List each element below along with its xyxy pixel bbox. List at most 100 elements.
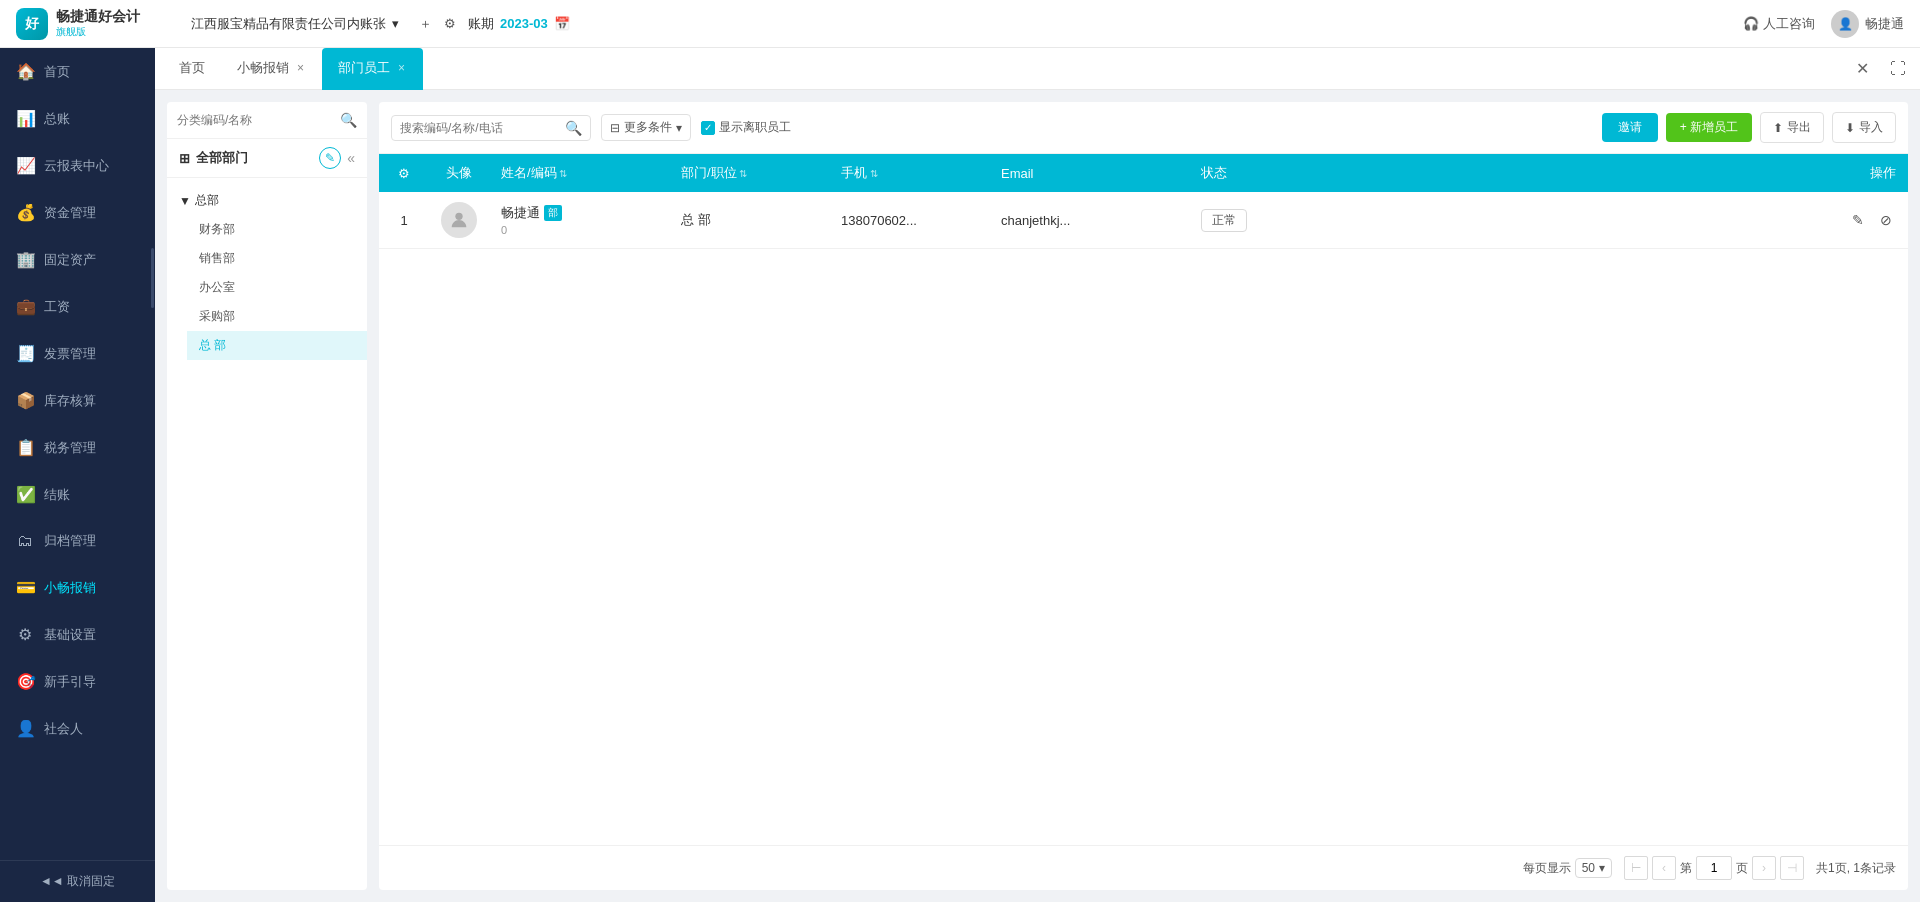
dept-item-finance[interactable]: 财务部 <box>187 215 367 244</box>
page-number-input[interactable] <box>1696 856 1732 880</box>
add-company-btn[interactable]: ＋ <box>419 15 432 33</box>
consult-btn[interactable]: 🎧 人工咨询 <box>1743 15 1815 33</box>
dept-search-icon[interactable]: 🔍 <box>340 112 357 128</box>
sidebar-item-reports[interactable]: 📈 云报表中心 <box>0 142 155 189</box>
page-size-chevron-icon: ▾ <box>1599 861 1605 875</box>
salary-icon: 💼 <box>16 297 34 316</box>
pagination-bar: 每页显示 50 ▾ ⊢ ‹ 第 页 › ⊣ <box>379 845 1908 890</box>
show-resigned-checkbox[interactable]: ✓ <box>701 121 715 135</box>
edit-employee-btn[interactable]: ✎ <box>1848 210 1868 230</box>
svg-point-0 <box>455 213 462 220</box>
page-content: 🔍 ⊞ 全部部门 ✎ « ▼ 总部 <box>155 90 1920 902</box>
top-bar-actions: 🎧 人工咨询 👤 畅捷通 <box>1743 10 1904 38</box>
cancel-fixed-label: ◄◄ 取消固定 <box>40 873 115 890</box>
th-name[interactable]: 姓名/编码 <box>489 154 669 192</box>
sidebar-item-social[interactable]: 👤 社会人 <box>0 705 155 752</box>
dept-item-purchase[interactable]: 采购部 <box>187 302 367 331</box>
sidebar-item-zhangzhang[interactable]: 📊 总账 <box>0 95 155 142</box>
employee-name: 畅捷通 <box>501 204 540 222</box>
archive-icon: 🗂 <box>16 532 34 550</box>
import-icon: ⬇ <box>1845 121 1855 135</box>
page-next-btn[interactable]: › <box>1752 856 1776 880</box>
user-area[interactable]: 👤 畅捷通 <box>1831 10 1904 38</box>
settings-btn[interactable]: ⚙ <box>444 16 456 31</box>
dept-item-sales[interactable]: 销售部 <box>187 244 367 273</box>
show-resigned-label[interactable]: ✓ 显示离职员工 <box>701 119 791 136</box>
employee-avatar <box>441 202 477 238</box>
tab-home[interactable]: 首页 <box>163 48 221 90</box>
tab-dept-emp-close[interactable]: × <box>396 59 407 77</box>
home-icon: 🏠 <box>16 62 34 81</box>
period-label: 账期 <box>468 15 494 33</box>
dept-item-general[interactable]: 总 部 <box>187 331 367 360</box>
dept-collapse-btn[interactable]: « <box>347 150 355 166</box>
company-dropdown-icon: ▾ <box>392 16 399 31</box>
dept-tree-parent-zongbu[interactable]: ▼ 总部 <box>167 186 367 215</box>
sidebar-item-guide[interactable]: 🎯 新手引导 <box>0 658 155 705</box>
th-gear[interactable]: ⚙ <box>379 154 429 192</box>
sidebar-item-inventory[interactable]: 📦 库存核算 <box>0 377 155 424</box>
th-avatar: 头像 <box>429 154 489 192</box>
page-prev-btn[interactable]: ‹ <box>1652 856 1676 880</box>
import-btn[interactable]: ⬇ 导入 <box>1832 112 1896 143</box>
th-email: Email <box>989 154 1189 192</box>
sidebar-item-invoice[interactable]: 🧾 发票管理 <box>0 330 155 377</box>
company-name: 江西服宝精品有限责任公司内账张 <box>191 15 386 33</box>
th-dept[interactable]: 部门/职位 <box>669 154 829 192</box>
sidebar-item-settings[interactable]: ⚙ 基础设置 <box>0 611 155 658</box>
sidebar-label-salary: 工资 <box>44 298 70 316</box>
page-first-btn[interactable]: ⊢ <box>1624 856 1648 880</box>
sidebar-item-home[interactable]: 🏠 首页 <box>0 48 155 95</box>
dept-edit-btn[interactable]: ✎ <box>319 147 341 169</box>
show-resigned-text: 显示离职员工 <box>719 119 791 136</box>
tab-close-all-btn[interactable]: ✕ <box>1848 55 1876 83</box>
dept-search-input[interactable] <box>177 113 334 127</box>
logout-employee-btn[interactable]: ⊘ <box>1876 210 1896 230</box>
filter-btn[interactable]: ⊟ 更多条件 ▾ <box>601 114 691 141</box>
app-name: 畅捷通好会计 <box>56 8 140 25</box>
right-toolbar: 🔍 ⊟ 更多条件 ▾ ✓ 显示离职员工 邀请 + 新增员工 <box>379 102 1908 154</box>
sidebar-label-invoice: 发票管理 <box>44 345 96 363</box>
tab-bar: 首页 小畅报销 × 部门员工 × ✕ ⛶ <box>155 48 1920 90</box>
page-last-btn[interactable]: ⊣ <box>1780 856 1804 880</box>
add-employee-btn[interactable]: + 新增员工 <box>1666 113 1752 142</box>
tab-expand-btn[interactable]: ⛶ <box>1884 55 1912 83</box>
sidebar-item-assets[interactable]: 🏢 固定资产 <box>0 236 155 283</box>
sidebar-label-funds: 资金管理 <box>44 204 96 222</box>
export-label: 导出 <box>1787 119 1811 136</box>
employee-search-box: 🔍 <box>391 115 591 141</box>
row-phone: 138070602... <box>829 192 989 249</box>
collapse-arrow-down: ▼ <box>179 194 191 208</box>
sidebar-label-reports: 云报表中心 <box>44 157 109 175</box>
gear-settings-icon[interactable]: ⚙ <box>398 166 410 181</box>
sidebar-item-funds[interactable]: 💰 资金管理 <box>0 189 155 236</box>
company-selector[interactable]: 江西服宝精品有限责任公司内账张 ▾ <box>183 11 407 37</box>
employee-search-icon[interactable]: 🔍 <box>565 120 582 136</box>
tab-dept-emp[interactable]: 部门员工 × <box>322 48 423 90</box>
user-name: 畅捷通 <box>1865 15 1904 33</box>
sidebar-item-tax[interactable]: 📋 税务管理 <box>0 424 155 471</box>
sidebar-item-expense[interactable]: 💳 小畅报销 <box>0 564 155 611</box>
dept-item-office-label: 办公室 <box>199 279 235 296</box>
sidebar-item-archive[interactable]: 🗂 归档管理 <box>0 518 155 564</box>
page-size-dropdown[interactable]: 50 ▾ <box>1575 858 1612 878</box>
th-status: 状态 <box>1189 154 1309 192</box>
headset-icon: 🎧 <box>1743 16 1759 31</box>
tab-xiao-chang[interactable]: 小畅报销 × <box>221 48 322 90</box>
filter-label: 更多条件 <box>624 119 672 136</box>
employee-table: ⚙ 头像 姓名/编码 部门/职位 手机 Email 状态 操作 <box>379 154 1908 249</box>
sidebar-item-salary[interactable]: 💼 工资 <box>0 283 155 330</box>
invite-btn[interactable]: 邀请 <box>1602 113 1658 142</box>
cancel-fixed-btn[interactable]: ◄◄ 取消固定 <box>0 861 155 902</box>
sidebar-label-zhangzhang: 总账 <box>44 110 70 128</box>
dept-item-office[interactable]: 办公室 <box>187 273 367 302</box>
sidebar-item-close[interactable]: ✅ 结账 <box>0 471 155 518</box>
funds-icon: 💰 <box>16 203 34 222</box>
export-btn[interactable]: ⬆ 导出 <box>1760 112 1824 143</box>
employee-search-input[interactable] <box>400 121 559 135</box>
th-phone[interactable]: 手机 <box>829 154 989 192</box>
table-header: ⚙ 头像 姓名/编码 部门/职位 手机 Email 状态 操作 <box>379 154 1908 192</box>
tab-xiao-chang-close[interactable]: × <box>295 59 306 77</box>
calendar-icon[interactable]: 📅 <box>554 16 570 31</box>
filter-dropdown-icon: ▾ <box>676 121 682 135</box>
